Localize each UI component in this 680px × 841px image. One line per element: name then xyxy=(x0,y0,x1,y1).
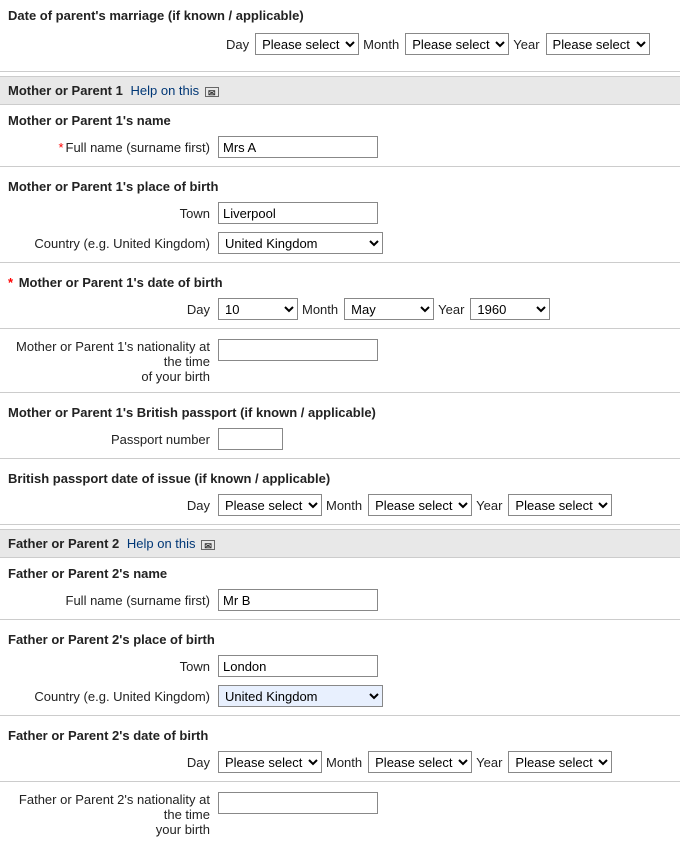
father-dob-row: Day Please select Month Please select Ye… xyxy=(0,747,680,777)
divider-1 xyxy=(0,71,680,72)
mother-passport-date-row: Day Please select Month Please select Ye… xyxy=(0,490,680,520)
divider-5 xyxy=(0,392,680,393)
marriage-date-inputs: Day Please select Month Please select Ye… xyxy=(226,33,650,55)
father-dob-month-label: Month xyxy=(326,755,362,770)
father-help-link[interactable]: Help on this xyxy=(127,536,196,551)
mother-nationality-label: Mother or Parent 1's nationality at the … xyxy=(8,339,218,384)
mother-nationality-label-line1: Mother or Parent 1's nationality at the … xyxy=(16,339,210,369)
mother-nationality-row: Mother or Parent 1's nationality at the … xyxy=(0,333,680,388)
father-country-label: Country (e.g. United Kingdom) xyxy=(8,689,218,704)
mother-dob-day-label: Day xyxy=(8,302,218,317)
mother-dob-month-select[interactable]: May xyxy=(344,298,434,320)
father-pob-title: Father or Parent 2's place of birth xyxy=(0,624,680,651)
father-town-row: Town xyxy=(0,651,680,681)
mother-nationality-label-line2: of your birth xyxy=(141,369,210,384)
divider-9 xyxy=(0,715,680,716)
mother-country-label: Country (e.g. United Kingdom) xyxy=(8,236,218,251)
mother-country-row: Country (e.g. United Kingdom) United Kin… xyxy=(0,228,680,258)
mother-passport-month-select[interactable]: Please select xyxy=(368,494,472,516)
marriage-date-title: Date of parent's marriage (if known / ap… xyxy=(8,8,672,23)
mother-dob-year-select[interactable]: 1960 xyxy=(470,298,550,320)
mother-full-name-input[interactable] xyxy=(218,136,378,158)
mother-passport-day-select[interactable]: Please select xyxy=(218,494,322,516)
mother-dob-inputs: 10 Month May Year 1960 xyxy=(218,298,550,320)
mother-passport-year-select[interactable]: Please select xyxy=(508,494,612,516)
mother-passport-number-label: Passport number xyxy=(8,432,218,447)
mother-nationality-input[interactable] xyxy=(218,339,378,361)
father-country-select[interactable]: United Kingdom xyxy=(218,685,383,707)
father-dob-inputs: Please select Month Please select Year P… xyxy=(218,751,612,773)
marriage-month-label: Month xyxy=(363,37,399,52)
father-full-name-row: Full name (surname first) xyxy=(0,585,680,615)
marriage-day-label: Day xyxy=(226,37,249,52)
mother-dob-month-label: Month xyxy=(302,302,338,317)
mother-name-section-title: Mother or Parent 1's name xyxy=(0,105,680,132)
divider-7 xyxy=(0,524,680,525)
mother-full-name-label: *Full name (surname first) xyxy=(8,140,218,155)
father-country-row: Country (e.g. United Kingdom) United Kin… xyxy=(0,681,680,711)
father-nationality-row: Father or Parent 2's nationality at the … xyxy=(0,786,680,841)
mother-passport-date-title: British passport date of issue (if known… xyxy=(0,463,680,490)
father-nationality-input[interactable] xyxy=(218,792,378,814)
divider-6 xyxy=(0,458,680,459)
mother-town-row: Town xyxy=(0,198,680,228)
mother-name-required-star: * xyxy=(58,140,63,155)
divider-2 xyxy=(0,166,680,167)
mother-dob-day-select[interactable]: 10 xyxy=(218,298,298,320)
mother-passport-year-label: Year xyxy=(476,498,502,513)
divider-8 xyxy=(0,619,680,620)
father-dob-year-select[interactable]: Please select xyxy=(508,751,612,773)
mother-pob-title: Mother or Parent 1's place of birth xyxy=(0,171,680,198)
father-section-header: Father or Parent 2 Help on this ✉ xyxy=(0,529,680,558)
mother-country-select[interactable]: United Kingdom xyxy=(218,232,383,254)
mother-passport-number-input[interactable] xyxy=(218,428,283,450)
mother-help-link[interactable]: Help on this xyxy=(130,83,199,98)
marriage-date-section: Date of parent's marriage (if known / ap… xyxy=(0,0,680,67)
marriage-day-select[interactable]: Please select xyxy=(255,33,359,55)
divider-10 xyxy=(0,781,680,782)
marriage-date-row: Day Please select Month Please select Ye… xyxy=(8,29,672,63)
mother-passport-title: Mother or Parent 1's British passport (i… xyxy=(0,397,680,424)
father-nationality-label: Father or Parent 2's nationality at the … xyxy=(8,792,218,837)
father-name-section-title: Father or Parent 2's name xyxy=(0,558,680,585)
marriage-year-label: Year xyxy=(513,37,539,52)
mother-passport-row: Passport number xyxy=(0,424,680,454)
father-dob-title: Father or Parent 2's date of birth xyxy=(0,720,680,747)
father-full-name-label: Full name (surname first) xyxy=(8,593,218,608)
father-full-name-input[interactable] xyxy=(218,589,378,611)
mother-passport-date-inputs: Please select Month Please select Year P… xyxy=(218,494,612,516)
marriage-month-select[interactable]: Please select xyxy=(405,33,509,55)
father-dob-month-select[interactable]: Please select xyxy=(368,751,472,773)
father-dob-day-select[interactable]: Please select xyxy=(218,751,322,773)
divider-3 xyxy=(0,262,680,263)
father-dob-year-label: Year xyxy=(476,755,502,770)
father-town-input[interactable] xyxy=(218,655,378,677)
mother-dob-title: * Mother or Parent 1's date of birth xyxy=(0,267,680,294)
mother-passport-month-label: Month xyxy=(326,498,362,513)
mother-full-name-row: *Full name (surname first) xyxy=(0,132,680,162)
father-town-label: Town xyxy=(8,659,218,674)
mother-dob-required-star: * xyxy=(8,275,13,290)
father-dob-day-label-text: Day xyxy=(8,755,218,770)
father-header-label: Father or Parent 2 xyxy=(8,536,119,551)
divider-4 xyxy=(0,328,680,329)
mother-section-header: Mother or Parent 1 Help on this ✉ xyxy=(0,76,680,105)
mother-help-icon: ✉ xyxy=(205,87,219,97)
mother-header-label: Mother or Parent 1 xyxy=(8,83,123,98)
mother-passport-date-day-label: Day xyxy=(8,498,218,513)
marriage-year-select[interactable]: Please select xyxy=(546,33,650,55)
mother-dob-year-label: Year xyxy=(438,302,464,317)
father-nationality-label-line2: your birth xyxy=(156,822,210,837)
mother-dob-row: Day 10 Month May Year 1960 xyxy=(0,294,680,324)
mother-town-input[interactable] xyxy=(218,202,378,224)
father-nationality-label-line1: Father or Parent 2's nationality at the … xyxy=(19,792,210,822)
father-help-icon: ✉ xyxy=(201,540,215,550)
mother-town-label: Town xyxy=(8,206,218,221)
